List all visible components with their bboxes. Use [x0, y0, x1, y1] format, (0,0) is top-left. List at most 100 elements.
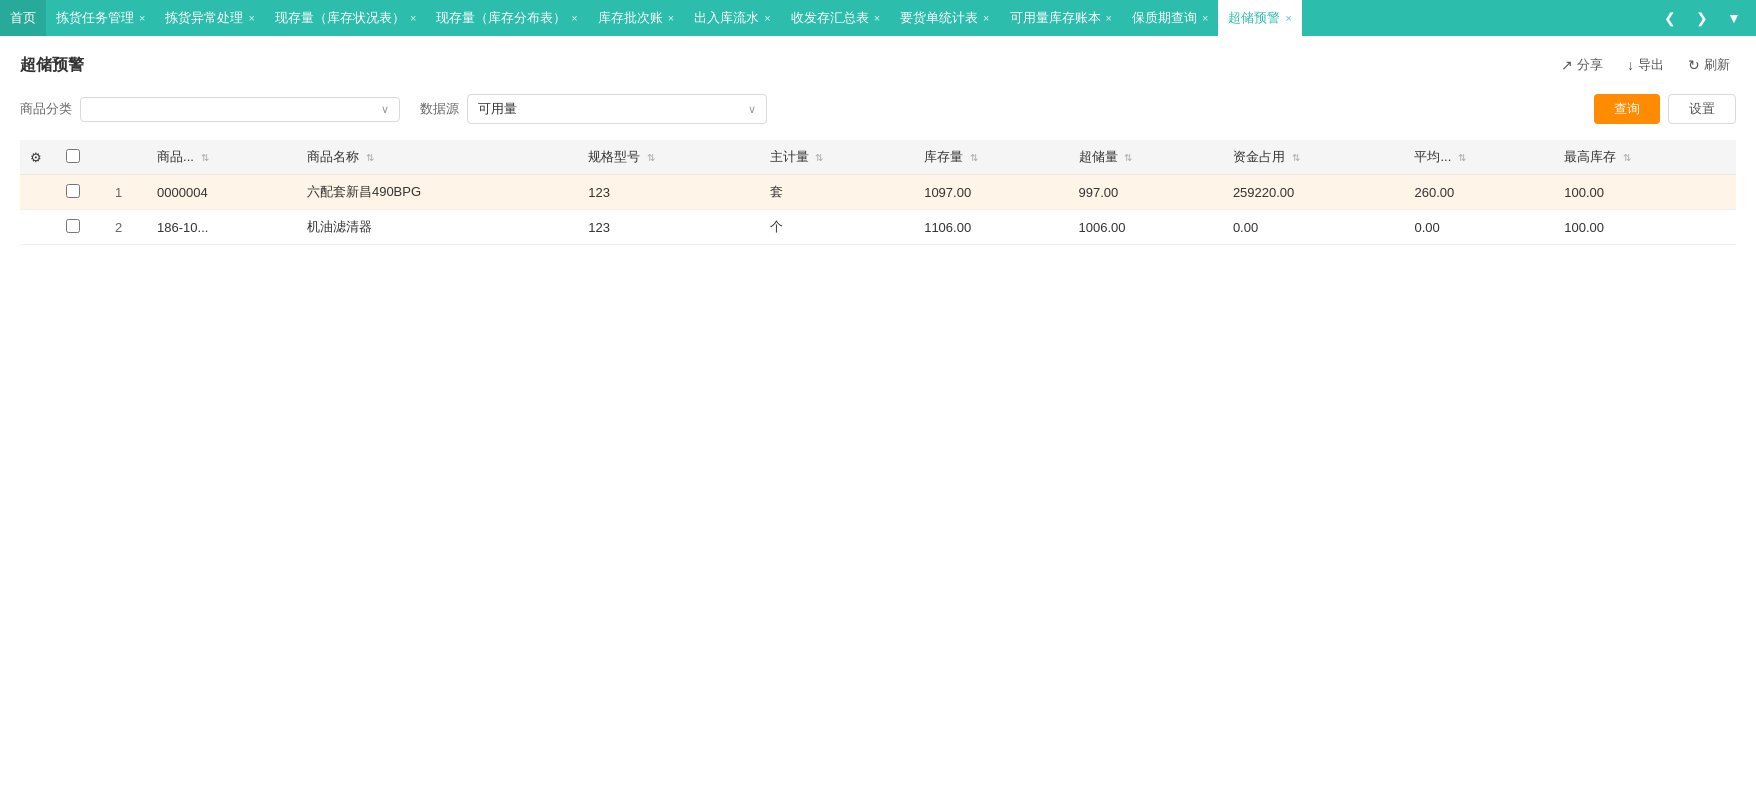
export-icon: ↓ — [1627, 57, 1634, 73]
th-capital-sort: ⇅ — [1292, 152, 1300, 163]
th-row-num — [90, 140, 147, 175]
category-select[interactable]: ∨ — [80, 97, 400, 122]
nav-stock-dist-close[interactable]: × — [571, 12, 577, 24]
nav-prev-arrow[interactable]: ❮ — [1656, 0, 1684, 36]
th-stock[interactable]: 库存量 ⇅ — [914, 140, 1068, 175]
row-checkbox-cell[interactable] — [56, 210, 90, 245]
th-spec-sort: ⇅ — [647, 152, 655, 163]
row-stock: 1097.00 — [914, 175, 1068, 210]
nav-inout-flow-close[interactable]: × — [764, 12, 770, 24]
row-avg: 260.00 — [1404, 175, 1554, 210]
page-title: 超储预警 — [20, 55, 84, 76]
th-avg[interactable]: 平均... ⇅ — [1404, 140, 1554, 175]
nav-order-stats-close[interactable]: × — [983, 12, 989, 24]
nav-inout-flow[interactable]: 出入库流水 × — [684, 0, 780, 36]
nav-recv-summary-label: 收发存汇总表 — [791, 9, 869, 27]
export-button[interactable]: ↓ 导出 — [1621, 52, 1670, 78]
nav-batch[interactable]: 库存批次账 × — [588, 0, 684, 36]
nav-stock-status[interactable]: 现存量（库存状况表） × — [265, 0, 426, 36]
nav-avail-ledger-label: 可用量库存账本 — [1010, 9, 1101, 27]
th-capital-label: 资金占用 — [1233, 149, 1285, 164]
nav-abnormal-label: 拣货异常处理 — [165, 9, 243, 27]
row-checkbox-1[interactable] — [66, 219, 80, 233]
refresh-button[interactable]: ↻ 刷新 — [1682, 52, 1736, 78]
table-row: 2 186-10... 机油滤清器 123 个 1106.00 1006.00 … — [20, 210, 1736, 245]
row-spec: 123 — [578, 210, 760, 245]
row-capital: 0.00 — [1223, 210, 1405, 245]
filter-row: 商品分类 ∨ 数据源 可用量 ∨ 查询 设置 — [20, 94, 1736, 124]
nav-task-mgmt[interactable]: 拣货任务管理 × — [46, 0, 155, 36]
row-product-code: 186-10... — [147, 210, 297, 245]
row-product-name: 机油滤清器 — [297, 210, 578, 245]
nav-abnormal[interactable]: 拣货异常处理 × — [155, 0, 264, 36]
nav-next-arrow[interactable]: ❯ — [1688, 0, 1716, 36]
settings-button[interactable]: 设置 — [1668, 94, 1736, 124]
th-overstock[interactable]: 超储量 ⇅ — [1069, 140, 1223, 175]
th-overstock-label: 超储量 — [1079, 149, 1118, 164]
nav-stock-status-close[interactable]: × — [410, 12, 416, 24]
table-row: 1 0000004 六配套新昌490BPG 123 套 1097.00 997.… — [20, 175, 1736, 210]
th-unit-label: 主计量 — [770, 149, 809, 164]
datasource-filter-item: 数据源 可用量 ∨ — [420, 94, 767, 124]
nav-avail-ledger[interactable]: 可用量库存账本 × — [1000, 0, 1122, 36]
row-checkbox-0[interactable] — [66, 184, 80, 198]
nav-quality-check[interactable]: 保质期查询 × — [1122, 0, 1218, 36]
th-product-code[interactable]: 商品... ⇅ — [147, 140, 297, 175]
nav-order-stats[interactable]: 要货单统计表 × — [890, 0, 999, 36]
datasource-chevron-icon: ∨ — [748, 103, 756, 116]
share-icon: ↗ — [1561, 57, 1573, 73]
row-gear-cell — [20, 210, 56, 245]
nav-stock-dist[interactable]: 现存量（库存分布表） × — [426, 0, 587, 36]
nav-avail-ledger-close[interactable]: × — [1106, 12, 1112, 24]
table-header-row: ⚙ 商品... ⇅ 商品名称 ⇅ 规格型号 ⇅ — [20, 140, 1736, 175]
nav-batch-close[interactable]: × — [668, 12, 674, 24]
nav-stock-dist-label: 现存量（库存分布表） — [436, 9, 566, 27]
th-avg-label: 平均... — [1414, 149, 1451, 164]
category-label: 商品分类 — [20, 100, 72, 118]
th-product-code-sort: ⇅ — [201, 152, 209, 163]
th-max-stock[interactable]: 最高库存 ⇅ — [1554, 140, 1736, 175]
row-checkbox-cell[interactable] — [56, 175, 90, 210]
nav-home-label: 首页 — [10, 9, 36, 27]
share-button[interactable]: ↗ 分享 — [1555, 52, 1609, 78]
nav-overstock-warning[interactable]: 超储预警 × — [1218, 0, 1301, 36]
th-capital[interactable]: 资金占用 ⇅ — [1223, 140, 1405, 175]
nav-inout-flow-label: 出入库流水 — [694, 9, 759, 27]
th-product-name-label: 商品名称 — [307, 149, 359, 164]
th-stock-label: 库存量 — [924, 149, 963, 164]
nav-overstock-warning-label: 超储预警 — [1228, 9, 1280, 27]
nav-recv-summary[interactable]: 收发存汇总表 × — [781, 0, 890, 36]
nav-task-mgmt-close[interactable]: × — [139, 12, 145, 24]
refresh-label: 刷新 — [1704, 56, 1730, 74]
th-product-name[interactable]: 商品名称 ⇅ — [297, 140, 578, 175]
row-product-name: 六配套新昌490BPG — [297, 175, 578, 210]
query-button[interactable]: 查询 — [1594, 94, 1660, 124]
refresh-icon: ↻ — [1688, 57, 1700, 73]
nav-recv-summary-close[interactable]: × — [874, 12, 880, 24]
th-spec-label: 规格型号 — [588, 149, 640, 164]
nav-home[interactable]: 首页 — [0, 0, 46, 36]
nav-quality-check-close[interactable]: × — [1202, 12, 1208, 24]
th-overstock-sort: ⇅ — [1124, 152, 1132, 163]
th-checkbox[interactable] — [56, 140, 90, 175]
th-unit-sort: ⇅ — [815, 152, 823, 163]
filter-right-buttons: 查询 设置 — [1594, 94, 1736, 124]
page-header: 超储预警 ↗ 分享 ↓ 导出 ↻ 刷新 — [20, 52, 1736, 78]
table-body: 1 0000004 六配套新昌490BPG 123 套 1097.00 997.… — [20, 175, 1736, 245]
nav-overstock-warning-close[interactable]: × — [1285, 12, 1291, 24]
datasource-select[interactable]: 可用量 ∨ — [467, 94, 767, 124]
th-avg-sort: ⇅ — [1458, 152, 1466, 163]
th-spec[interactable]: 规格型号 ⇅ — [578, 140, 760, 175]
th-unit[interactable]: 主计量 ⇅ — [760, 140, 914, 175]
row-stock: 1106.00 — [914, 210, 1068, 245]
th-gear[interactable]: ⚙ — [20, 140, 56, 175]
nav-abnormal-close[interactable]: × — [248, 12, 254, 24]
row-num: 2 — [90, 210, 147, 245]
gear-icon: ⚙ — [30, 150, 42, 165]
datasource-label: 数据源 — [420, 100, 459, 118]
th-product-code-label: 商品... — [157, 149, 194, 164]
main-content: 超储预警 ↗ 分享 ↓ 导出 ↻ 刷新 商品分类 ∨ 数据源 — [0, 36, 1756, 800]
nav-right-corner: ❮ ❯ ▼ — [1656, 0, 1756, 36]
select-all-checkbox[interactable] — [66, 149, 80, 163]
nav-more-arrow[interactable]: ▼ — [1720, 0, 1748, 36]
